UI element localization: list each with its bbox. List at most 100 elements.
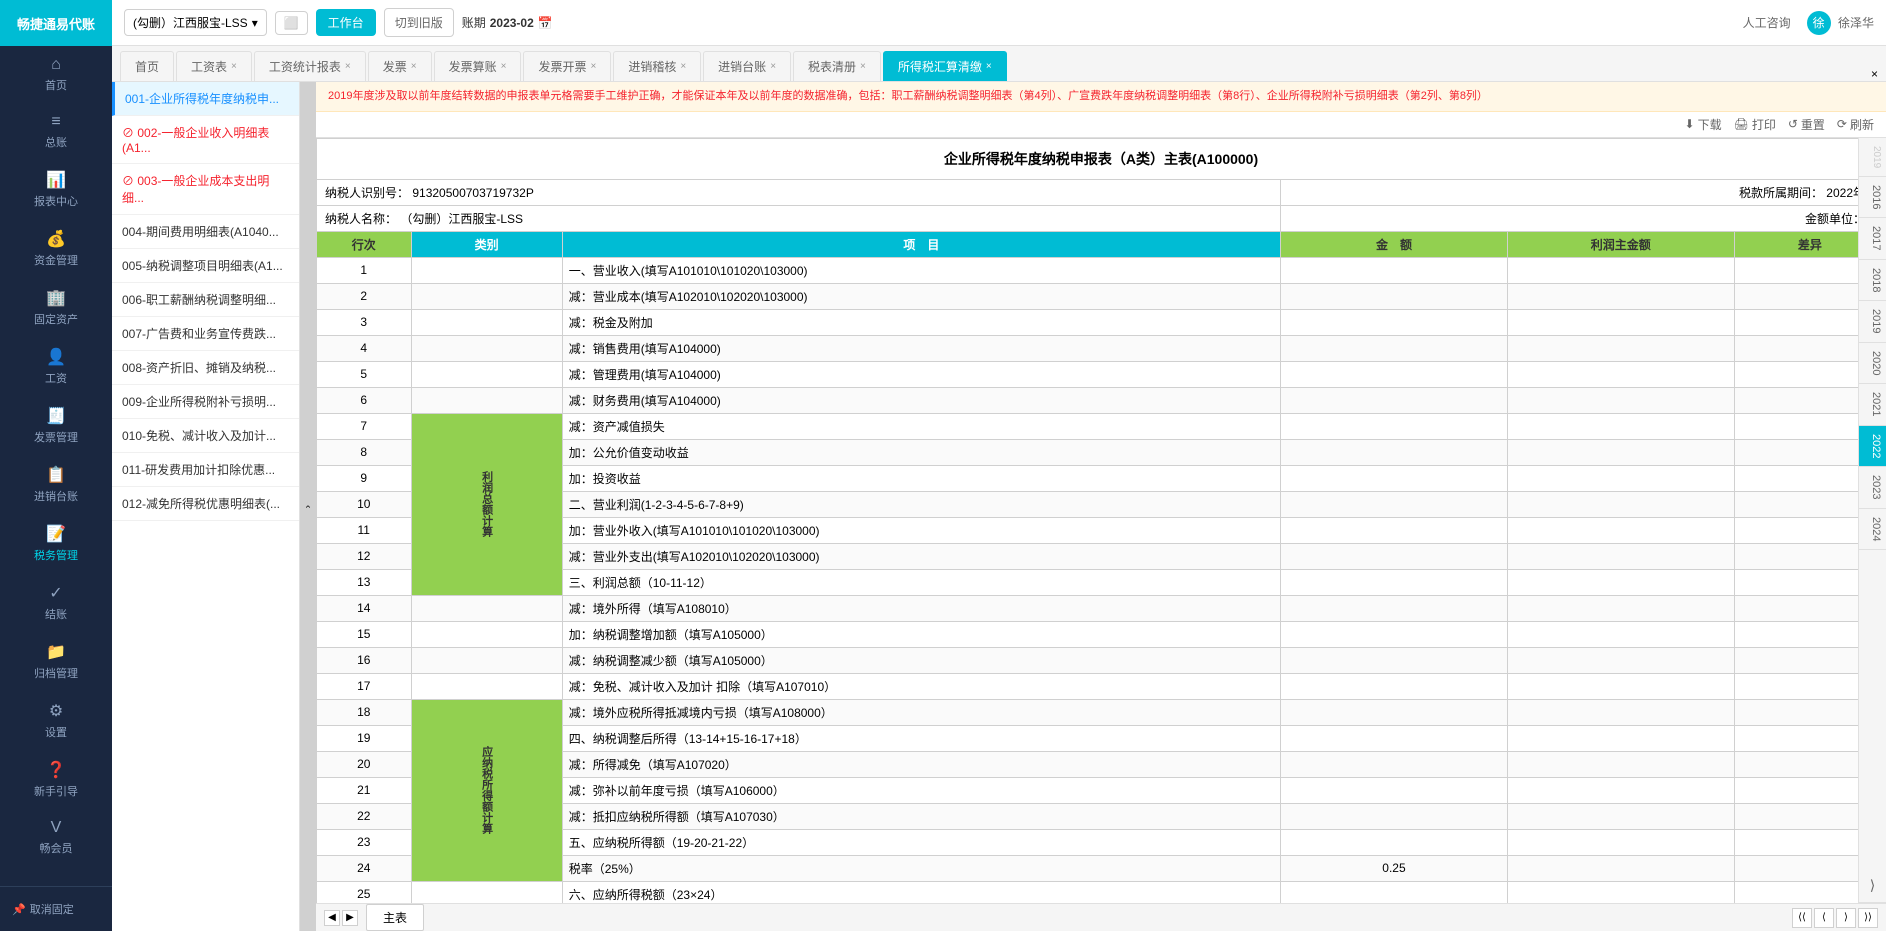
tab-home[interactable]: 首页: [120, 51, 174, 81]
tab-invoice-open[interactable]: 发票开票 ×: [523, 51, 611, 81]
page-prev[interactable]: ⟨: [1814, 908, 1834, 928]
tab-close-tax-list[interactable]: ×: [860, 61, 866, 72]
left-panel-item-008[interactable]: 008-资产折旧、摊销及纳税...: [112, 351, 299, 385]
switch-version-button[interactable]: 切到旧版: [384, 8, 454, 37]
tab-close-invoice-calc[interactable]: ×: [501, 61, 507, 72]
left-panel-item-006[interactable]: 006-职工薪酬纳税调整明细...: [112, 283, 299, 317]
workbench-button[interactable]: 工作台: [316, 9, 376, 36]
sidebar-item-trade[interactable]: 📋 进销台账: [0, 455, 112, 514]
tab-invoice-calc[interactable]: 发票算账 ×: [434, 51, 522, 81]
left-panel-item-011[interactable]: 011-研发费用加计扣除优惠...: [112, 453, 299, 487]
sidebar-pin-toggle[interactable]: 📌 取消固定: [0, 895, 112, 923]
tab-payroll[interactable]: 工资表 ×: [176, 51, 252, 81]
sidebar-item-settings[interactable]: ⚙ 设置: [0, 691, 112, 750]
sidebar-item-guide[interactable]: ❓ 新手引导: [0, 750, 112, 809]
table-toolbar: ⬇ 下载 🖨 打印 ↺ 重置 ⟳ 刷新: [316, 112, 1886, 138]
username: 徐泽华: [1838, 16, 1874, 30]
tab-close-invoice[interactable]: ×: [411, 61, 417, 72]
funds-icon: 💰: [46, 229, 66, 249]
left-panel-item-002[interactable]: ⊘ 002-一般企业收入明细表(A1...: [112, 116, 299, 164]
sidebar-bottom: 📌 取消固定: [0, 886, 112, 931]
tab-close-payroll[interactable]: ×: [231, 61, 237, 72]
left-panel-item-009[interactable]: 009-企业所得税附补亏损明...: [112, 385, 299, 419]
reset-button[interactable]: ↺ 重置: [1788, 116, 1825, 133]
year-item-2021[interactable]: 2021: [1859, 384, 1886, 425]
sidebar-item-invoice[interactable]: 🧾 发票管理: [0, 396, 112, 455]
tab-payroll-stats[interactable]: 工资统计报表 ×: [254, 51, 366, 81]
sidebar-item-close[interactable]: ✓ 结账: [0, 573, 112, 632]
sidebar-item-assets[interactable]: 🏢 固定资产: [0, 278, 112, 337]
sidebar-label-member: 畅会员: [40, 840, 73, 856]
tab-close-payroll-stats[interactable]: ×: [345, 61, 351, 72]
window-close[interactable]: ×: [1871, 67, 1878, 81]
page-last[interactable]: ⟩⟩: [1858, 908, 1878, 928]
tab-tax-annual[interactable]: 所得税汇算清缴 ×: [883, 51, 1007, 81]
panel-collapse-button[interactable]: ‹: [300, 82, 316, 931]
sidebar-label-funds: 资金管理: [34, 252, 78, 268]
tab-close-tax-annual[interactable]: ×: [986, 61, 992, 72]
service-button[interactable]: 人工咨询: [1743, 14, 1791, 31]
year-item-2023[interactable]: 2023: [1859, 467, 1886, 508]
year-item-2018[interactable]: 2018: [1859, 260, 1886, 301]
left-panel-item-010[interactable]: 010-免税、减计收入及加计...: [112, 419, 299, 453]
cell-row-num: 10: [317, 491, 412, 517]
sidebar-item-reports[interactable]: 📊 报表中心: [0, 160, 112, 219]
sidebar-item-tax[interactable]: 📝 税务管理: [0, 514, 112, 573]
page-next[interactable]: ⟩: [1836, 908, 1856, 928]
sidebar-item-funds[interactable]: 💰 资金管理: [0, 219, 112, 278]
refresh-button[interactable]: ⟳ 刷新: [1837, 116, 1874, 133]
tab-close-audit[interactable]: ×: [680, 61, 686, 72]
cell-row-num: 3: [317, 309, 412, 335]
cell-item: 减：纳税调整减少额（填写A105000）: [562, 647, 1280, 673]
year-item-2019[interactable]: 2019: [1859, 301, 1886, 342]
tab-audit[interactable]: 进销稽核 ×: [613, 51, 701, 81]
page-first[interactable]: ⟨⟨: [1792, 908, 1812, 928]
tab-close-trade-ledger[interactable]: ×: [770, 61, 776, 72]
year-expand-icon[interactable]: ⟩: [1859, 869, 1886, 903]
sidebar-item-archive[interactable]: 📁 归档管理: [0, 632, 112, 691]
left-panel-item-005[interactable]: 005-纳税调整项目明细表(A1...: [112, 249, 299, 283]
print-button[interactable]: 🖨 打印: [1734, 116, 1776, 133]
tab-invoice[interactable]: 发票 ×: [368, 51, 432, 81]
year-item-2016[interactable]: 2016: [1859, 177, 1886, 218]
sidebar-item-home[interactable]: ⌂ 首页: [0, 46, 112, 103]
copy-button[interactable]: ⬜: [275, 11, 308, 35]
year-item-2019-top[interactable]: 2019: [1859, 138, 1886, 177]
left-panel-label-010: 010-免税、减计收入及加计...: [122, 429, 276, 443]
col-header-item: 项 目: [562, 231, 1280, 257]
year-item-2020[interactable]: 2020: [1859, 343, 1886, 384]
left-panel-item-003[interactable]: ⊘ 003-一般企业成本支出明细...: [112, 164, 299, 215]
table-row: 5 减：管理费用(填写A104000): [317, 361, 1886, 387]
nav-arrow-left[interactable]: ◀: [324, 910, 340, 926]
tab-close-invoice-open[interactable]: ×: [590, 61, 596, 72]
tab-trade-ledger[interactable]: 进销台账 ×: [703, 51, 791, 81]
left-panel-item-012[interactable]: 012-减免所得税优惠明细表(...: [112, 487, 299, 521]
calendar-icon[interactable]: 📅: [538, 16, 553, 30]
left-panel-item-004[interactable]: 004-期间费用明细表(A1040...: [112, 215, 299, 249]
tab-label-tax-annual: 所得税汇算清缴: [898, 58, 982, 75]
sidebar-label-invoice: 发票管理: [34, 429, 78, 445]
download-button[interactable]: ⬇ 下载: [1685, 116, 1722, 133]
year-item-2022[interactable]: 2022: [1859, 426, 1886, 467]
cell-profit: [1507, 777, 1734, 803]
sidebar-item-payroll[interactable]: 👤 工资: [0, 337, 112, 396]
sidebar-item-member[interactable]: V 畅会员: [0, 809, 112, 866]
table-wrapper[interactable]: 企业所得税年度纳税申报表（A类）主表(A100000) 纳税人识别号： 9132…: [316, 138, 1886, 904]
left-panel-item-001[interactable]: 001-企业所得税年度纳税申...: [112, 82, 299, 116]
bottom-tab-main[interactable]: 主表: [366, 904, 424, 931]
nav-arrow-right[interactable]: ▶: [342, 910, 358, 926]
sidebar-label-payroll: 工资: [45, 370, 67, 386]
table-scroll-area[interactable]: 企业所得税年度纳税申报表（A类）主表(A100000) 纳税人识别号： 9132…: [316, 138, 1886, 904]
tab-tax-list[interactable]: 税表清册 ×: [793, 51, 881, 81]
year-item-2017[interactable]: 2017: [1859, 218, 1886, 259]
cell-amount: [1281, 335, 1508, 361]
left-panel-item-007[interactable]: 007-广告费和业务宣传费跌...: [112, 317, 299, 351]
cell-profit: [1507, 283, 1734, 309]
cell-row-num: 2: [317, 283, 412, 309]
company-selector[interactable]: (勾删）江西服宝-LSS ▾: [124, 9, 267, 36]
user-info: 徐 徐泽华: [1807, 11, 1874, 35]
cell-amount: [1281, 621, 1508, 647]
year-item-2024[interactable]: 2024: [1859, 509, 1886, 550]
cell-profit: [1507, 413, 1734, 439]
sidebar-item-ledger[interactable]: ≡ 总账: [0, 103, 112, 160]
